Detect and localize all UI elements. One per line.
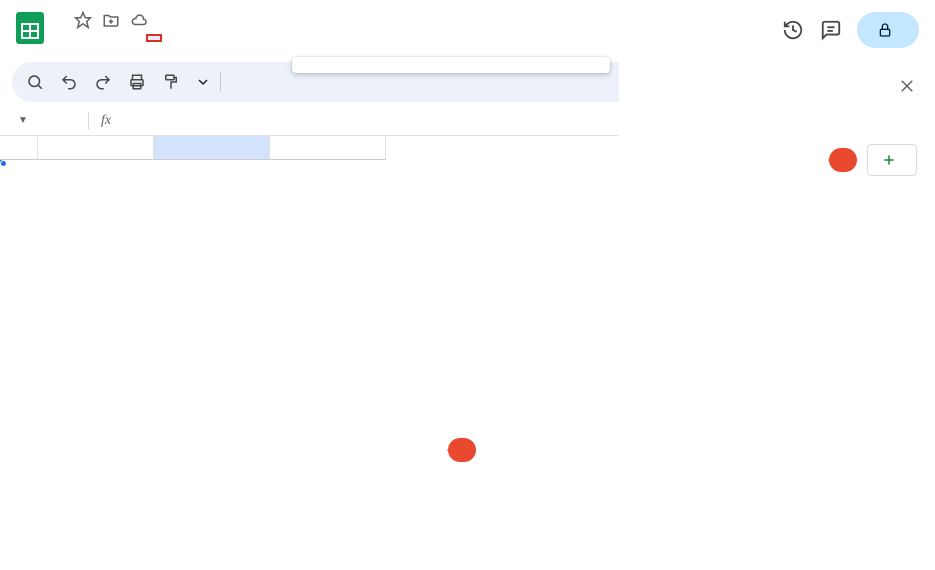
chevron-down-icon: ▼: [18, 115, 28, 126]
zoom-select[interactable]: [190, 77, 212, 87]
header: [0, 0, 935, 58]
col-header-c[interactable]: [270, 136, 386, 160]
select-all-corner[interactable]: [0, 136, 38, 160]
redo-icon[interactable]: [88, 67, 118, 97]
cloud-status-icon[interactable]: [130, 11, 148, 29]
menu-extensions[interactable]: [182, 34, 198, 42]
menu-bar: [56, 34, 781, 42]
move-icon[interactable]: [102, 11, 120, 29]
fx-icon: fx: [97, 113, 115, 129]
share-button[interactable]: [857, 12, 919, 48]
search-icon[interactable]: [20, 67, 50, 97]
menu-file[interactable]: [56, 34, 72, 42]
name-box[interactable]: ▼: [12, 115, 80, 126]
close-icon[interactable]: [897, 76, 917, 96]
callout-1: [448, 438, 476, 462]
print-icon[interactable]: [122, 67, 152, 97]
sheets-logo-icon: [12, 10, 48, 46]
header-actions: [781, 8, 923, 48]
plus-icon: [882, 153, 896, 167]
menu-data[interactable]: [146, 34, 162, 42]
star-icon[interactable]: [74, 11, 92, 29]
undo-icon[interactable]: [54, 67, 84, 97]
callout-2: [829, 148, 857, 172]
menu-help[interactable]: [200, 34, 216, 42]
col-header-a[interactable]: [38, 136, 154, 160]
comment-icon[interactable]: [819, 18, 843, 42]
data-validation-sidebar: [619, 58, 935, 570]
selection-outline: [0, 160, 4, 164]
lock-icon: [877, 22, 893, 38]
history-icon[interactable]: [781, 18, 805, 42]
menu-format[interactable]: [128, 34, 144, 42]
menu-view[interactable]: [92, 34, 108, 42]
title-area: [56, 8, 781, 42]
col-header-b[interactable]: [154, 136, 270, 160]
chevron-down-icon: [198, 77, 208, 87]
add-rule-button[interactable]: [867, 144, 917, 176]
menu-tools[interactable]: [164, 34, 180, 42]
menu-edit[interactable]: [74, 34, 90, 42]
doc-title[interactable]: [56, 19, 64, 21]
paint-format-icon[interactable]: [156, 67, 186, 97]
data-menu-dropdown: [292, 57, 610, 73]
selection-handle[interactable]: [0, 160, 7, 167]
menu-insert[interactable]: [110, 34, 126, 42]
